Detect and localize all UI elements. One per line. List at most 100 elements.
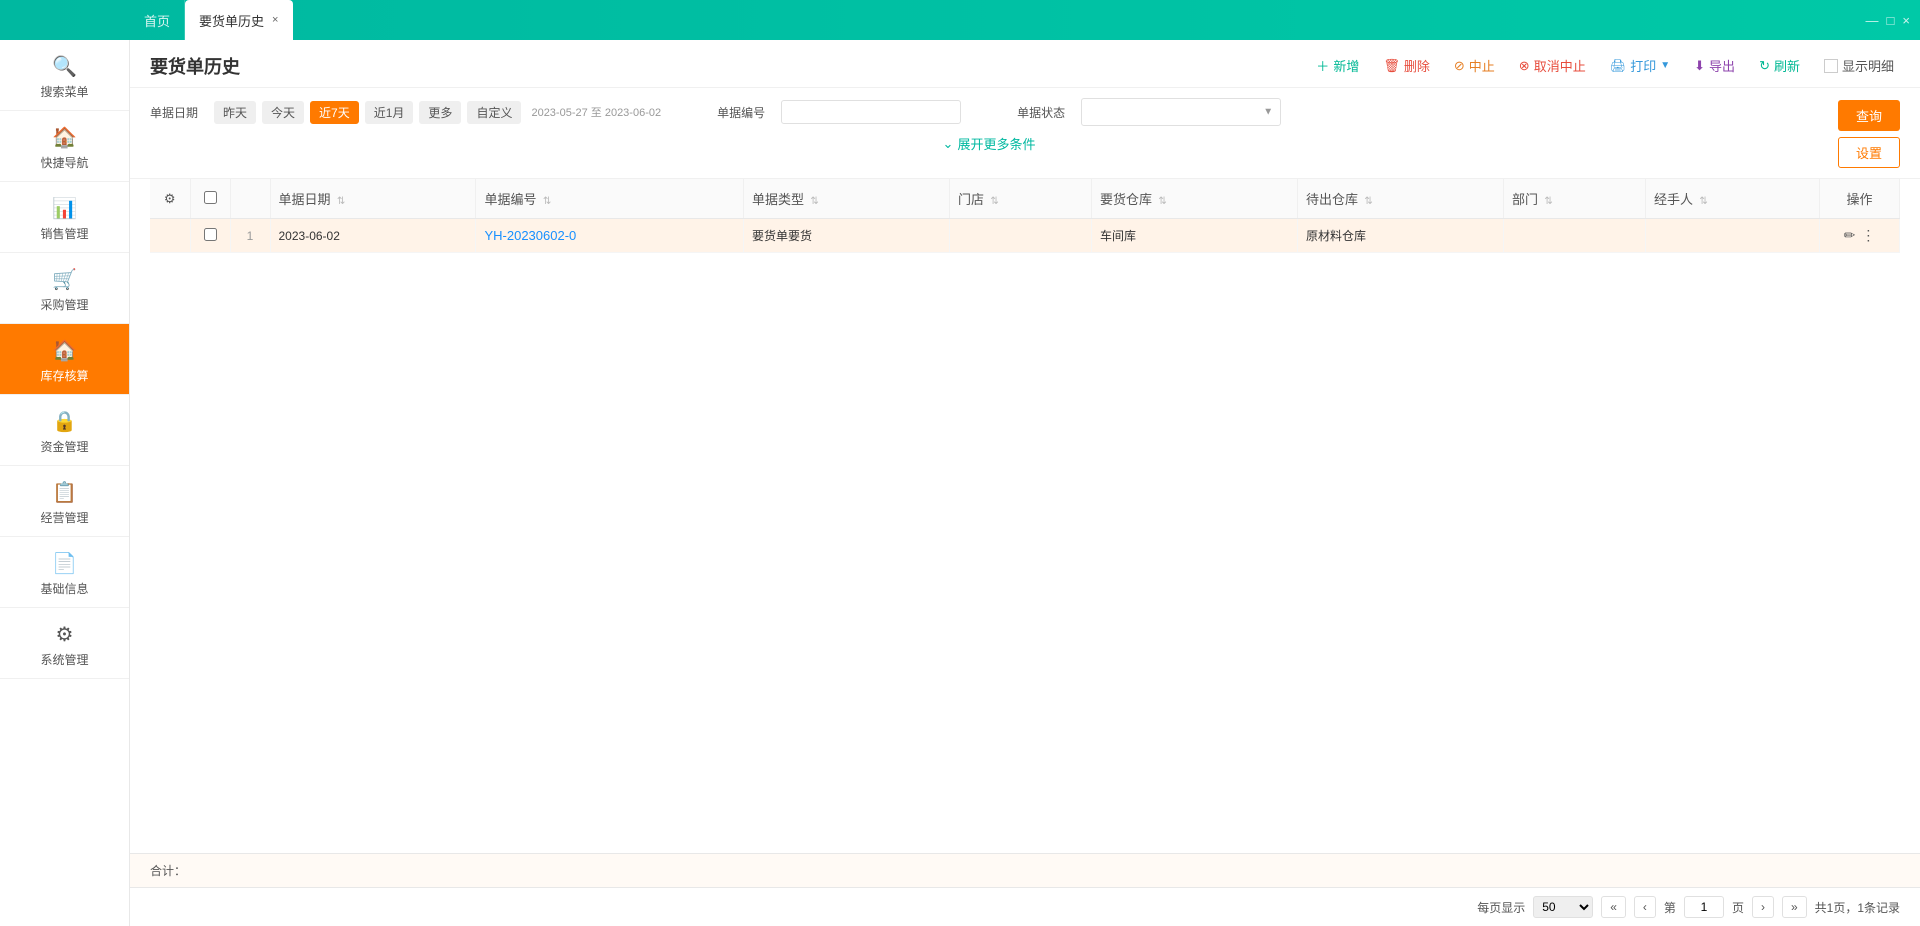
filter-actions-col: 查询 设置 (1828, 98, 1900, 168)
display-detail-button[interactable]: 显示明细 (1818, 52, 1900, 79)
row-store-cell (950, 219, 1092, 253)
total-info: 共1页，1条记录 (1815, 899, 1900, 916)
docnum-filter-input[interactable] (781, 100, 961, 124)
col-date: 单据日期 ⇅ (270, 179, 476, 219)
page-number-input[interactable] (1684, 896, 1724, 918)
inventory-icon: 🏠 (52, 338, 77, 363)
sidebar-item-label: 库存核算 (40, 367, 88, 384)
col-operation: 操作 (1820, 179, 1900, 219)
sidebar-item-system[interactable]: ⚙ 系统管理 (0, 608, 129, 679)
cancel-stop-label: 取消中止 (1534, 56, 1586, 75)
col-store-label: 门店 (958, 192, 984, 207)
row-docnum-link[interactable]: YH-20230602-0 (484, 228, 576, 243)
sort-doctype-icon[interactable]: ⇅ (810, 196, 818, 207)
sort-store-icon[interactable]: ⇅ (990, 196, 998, 207)
tab-home[interactable]: 首页 (130, 0, 185, 40)
col-date-label: 单据日期 (279, 192, 331, 207)
col-docnum: 单据编号 ⇅ (476, 179, 744, 219)
date-filter-label: 单据日期 (150, 104, 198, 121)
expand-filter-btn[interactable]: ⌄ 展开更多条件 (943, 134, 1036, 153)
next-page-btn[interactable]: › (1752, 896, 1774, 918)
operations-icon: 📋 (52, 480, 77, 505)
sidebar-item-quick-nav[interactable]: 🏠 快捷导航 (0, 111, 129, 182)
date-btn-today[interactable]: 今天 (262, 101, 304, 124)
delete-button[interactable]: 🗑 删除 (1377, 52, 1436, 79)
expand-icon: ⌄ (943, 136, 954, 152)
window-close-icon[interactable]: × (1902, 13, 1910, 28)
row-date-cell: 2023-06-02 (270, 219, 476, 253)
sort-docnum-icon[interactable]: ⇅ (543, 196, 551, 207)
quick-nav-icon: 🏠 (52, 125, 77, 150)
col-settings[interactable]: ⚙ (150, 179, 190, 219)
sidebar-item-label: 搜索菜单 (40, 83, 88, 100)
cancel-stop-icon: ⊗ (1519, 58, 1530, 74)
row-checkbox-cell (190, 219, 230, 253)
tab-close-icon[interactable]: × (272, 14, 278, 26)
row-pending-warehouse-cell: 原材料仓库 (1297, 219, 1503, 253)
sidebar-item-purchase[interactable]: 🛒 采购管理 (0, 253, 129, 324)
date-btn-1month[interactable]: 近1月 (365, 101, 414, 124)
sort-pending-warehouse-icon[interactable]: ⇅ (1364, 196, 1372, 207)
date-btn-more[interactable]: 更多 (419, 101, 461, 124)
sort-req-warehouse-icon[interactable]: ⇅ (1158, 196, 1166, 207)
export-label: 导出 (1709, 56, 1735, 75)
filter-row-expand: ⌄ 展开更多条件 (150, 134, 1828, 153)
top-bar: 首页 要货单历史 × — □ × (0, 0, 1920, 40)
header-actions: ＋ 新增 🗑 删除 ⊘ 中止 ⊗ 取消中止 🖨 打印 ▼ (1310, 52, 1900, 79)
row-doctype-cell: 要货单要货 (744, 219, 950, 253)
row-action-icons: ✏ ⋮ (1828, 227, 1891, 244)
sidebar-item-sales[interactable]: 📊 销售管理 (0, 182, 129, 253)
minimize-icon[interactable]: — (1866, 13, 1879, 28)
sidebar-item-search-menu[interactable]: 🔍 搜索菜单 (0, 40, 129, 111)
row-checkbox[interactable] (204, 228, 217, 241)
add-button[interactable]: ＋ 新增 (1310, 52, 1365, 79)
print-button[interactable]: 🖨 打印 ▼ (1604, 52, 1676, 79)
page-header: 要货单历史 ＋ 新增 🗑 删除 ⊘ 中止 ⊗ 取消中止 🖨 打印 (130, 40, 1920, 88)
table-header-row: ⚙ 单据日期 ⇅ 单据编号 ⇅ (150, 179, 1900, 219)
total-label: 合计： (150, 862, 186, 879)
export-button[interactable]: ⬇ 导出 (1688, 52, 1741, 79)
first-page-btn[interactable]: « (1601, 896, 1626, 918)
sidebar-item-operations[interactable]: 📋 经营管理 (0, 466, 129, 537)
date-btn-yesterday[interactable]: 昨天 (214, 101, 256, 124)
maximize-icon[interactable]: □ (1887, 13, 1895, 28)
delete-icon: 🗑 (1383, 58, 1400, 74)
query-button[interactable]: 查询 (1838, 100, 1900, 131)
refresh-button[interactable]: ↻ 刷新 (1753, 52, 1806, 79)
sidebar-item-basic[interactable]: 📄 基础信息 (0, 537, 129, 608)
select-all-checkbox[interactable] (204, 191, 217, 204)
sort-date-icon[interactable]: ⇅ (337, 196, 345, 207)
cancel-stop-button[interactable]: ⊗ 取消中止 (1513, 52, 1592, 79)
row-docnum-cell: YH-20230602-0 (476, 219, 744, 253)
row-more-icon[interactable]: ⋮ (1861, 227, 1875, 244)
sort-handler-icon[interactable]: ⇅ (1699, 196, 1707, 207)
row-edit-icon[interactable]: ✏ (1844, 227, 1856, 244)
last-page-btn[interactable]: » (1782, 896, 1807, 918)
filter-area: 单据日期 昨天 今天 近7天 近1月 更多 自定义 2023-05-27 至 2… (130, 88, 1920, 179)
tab-active[interactable]: 要货单历史 × (185, 0, 293, 40)
table-row: 1 2023-06-02 YH-20230602-0 要货单要货 车间库 原材料… (150, 219, 1900, 253)
stop-label: 中止 (1469, 56, 1495, 75)
filter-settings-button[interactable]: 设置 (1838, 137, 1900, 168)
data-table: ⚙ 单据日期 ⇅ 单据编号 ⇅ (150, 179, 1900, 253)
date-btn-7days[interactable]: 近7天 (310, 101, 359, 124)
filter-fields: 单据日期 昨天 今天 近7天 近1月 更多 自定义 2023-05-27 至 2… (150, 98, 1828, 161)
stop-icon: ⊘ (1454, 58, 1465, 74)
table-settings-icon[interactable]: ⚙ (164, 191, 176, 206)
sidebar-item-label: 销售管理 (40, 225, 88, 242)
docnum-filter-label: 单据编号 (717, 104, 765, 121)
date-btn-custom[interactable]: 自定义 (467, 101, 521, 124)
prev-page-btn[interactable]: ‹ (1634, 896, 1656, 918)
main-layout: 🔍 搜索菜单 🏠 快捷导航 📊 销售管理 🛒 采购管理 🏠 库存核算 🔒 资金管… (0, 40, 1920, 926)
date-range-text: 2023-05-27 至 2023-06-02 (531, 104, 661, 120)
col-store: 门店 ⇅ (950, 179, 1092, 219)
export-icon: ⬇ (1694, 58, 1705, 74)
page-size-select[interactable]: 50 10 20 100 (1533, 896, 1593, 918)
sidebar-item-finance[interactable]: 🔒 资金管理 (0, 395, 129, 466)
sidebar-item-inventory[interactable]: 🏠 库存核算 (0, 324, 129, 395)
stop-button[interactable]: ⊘ 中止 (1448, 52, 1501, 79)
col-handler: 经手人 ⇅ (1645, 179, 1819, 219)
col-department-label: 部门 (1512, 192, 1538, 207)
status-filter-select[interactable] (1081, 98, 1281, 126)
sort-department-icon[interactable]: ⇅ (1544, 196, 1552, 207)
